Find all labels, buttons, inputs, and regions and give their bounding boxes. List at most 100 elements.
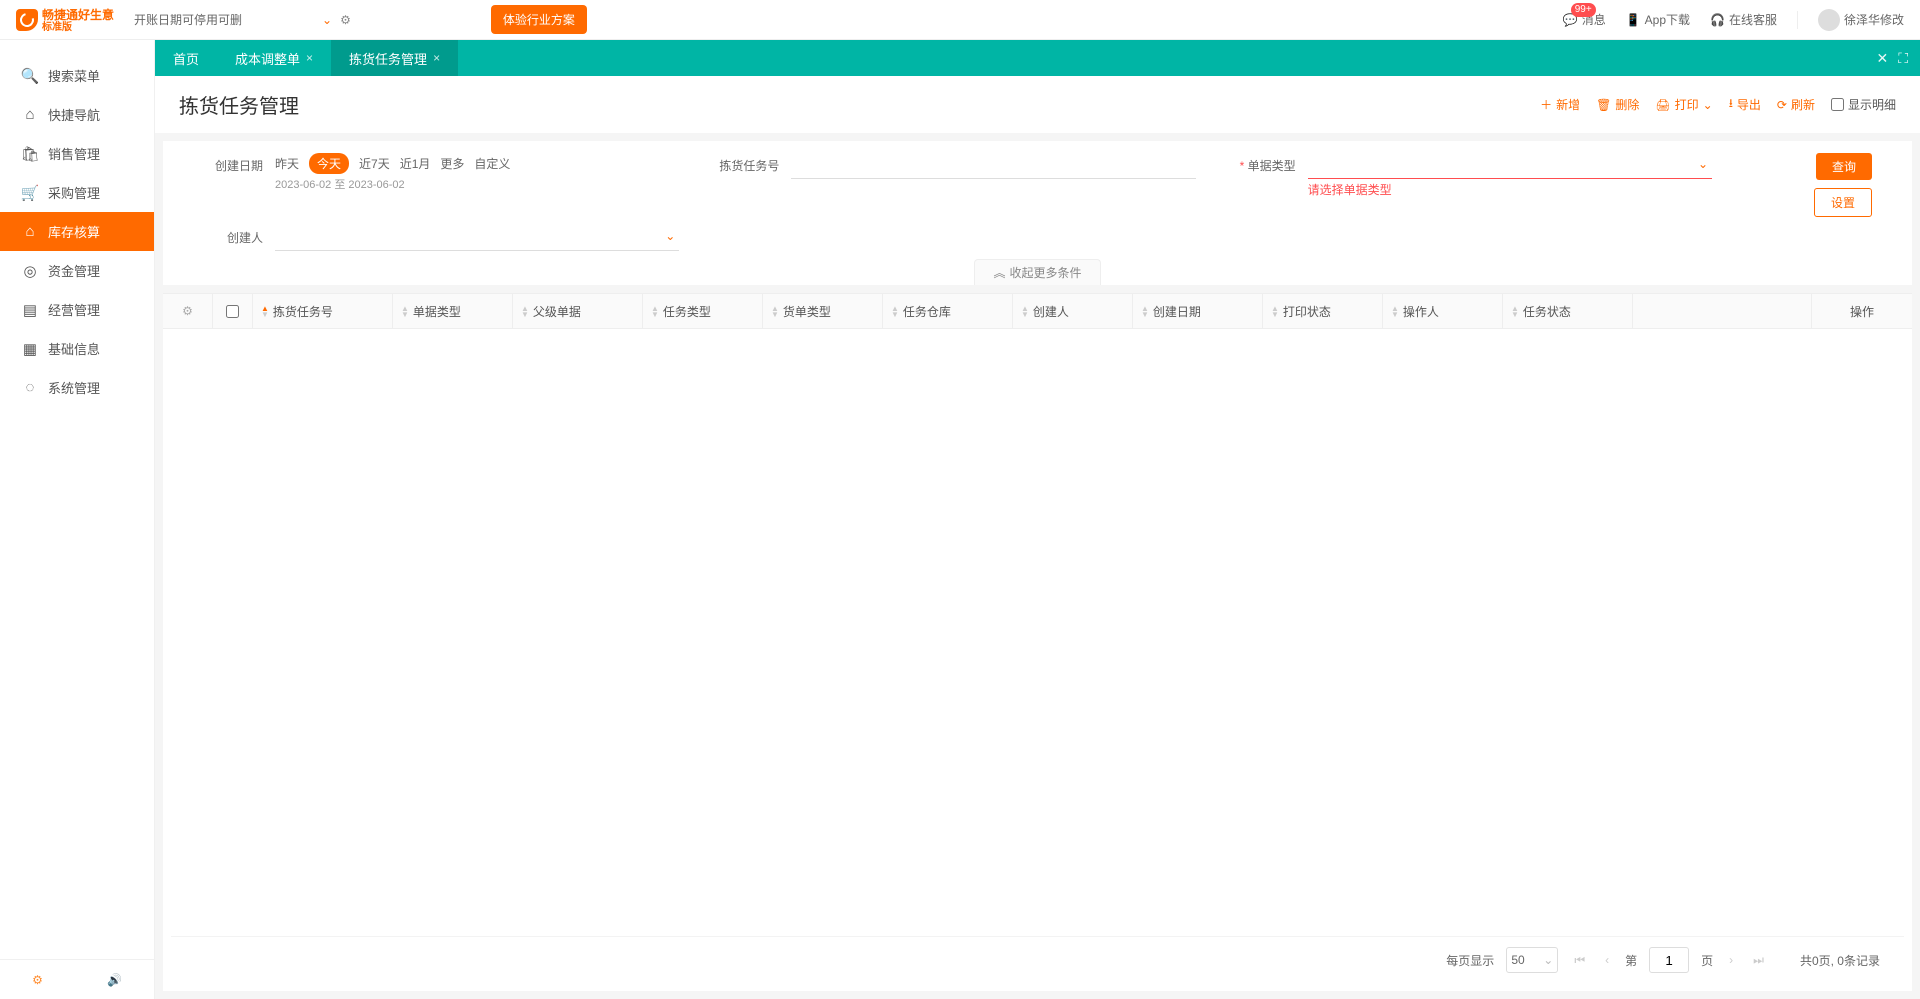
sidebar-item-0[interactable]: 🔍搜索菜单: [0, 56, 154, 95]
fullscreen-icon[interactable]: ⛶: [1898, 50, 1908, 67]
filter-doc-type: 单据类型 ⌄ 请选择单据类型: [1236, 153, 1712, 198]
account-selector[interactable]: 开账日期可停用可删 ⌄ ⚙: [134, 11, 491, 28]
sidebar-item-6[interactable]: ▤经营管理: [0, 290, 154, 329]
th-col[interactable]: ▲▼创建人: [1013, 294, 1133, 328]
table-body: [163, 329, 1912, 936]
sort-icon[interactable]: ▲▼: [401, 306, 409, 317]
next-page[interactable]: ›: [1725, 953, 1737, 967]
th-col[interactable]: ▲▼父级单据: [513, 294, 643, 328]
th-checkbox: [213, 294, 253, 328]
gear-icon[interactable]: ⚙: [182, 304, 193, 318]
date-chip[interactable]: 更多: [440, 155, 464, 172]
date-range: 2023-06-02 至 2023-06-02: [275, 176, 510, 192]
export-action[interactable]: ⭳导出: [1729, 94, 1761, 115]
sort-icon[interactable]: ▲▼: [1271, 306, 1279, 317]
tab-1[interactable]: 成本调整单×: [217, 40, 331, 76]
select-all-checkbox[interactable]: [226, 305, 239, 318]
th-col[interactable]: ▲▼任务类型: [643, 294, 763, 328]
th-col[interactable]: ▲▼任务状态: [1503, 294, 1633, 328]
trash-icon: 🗑: [1596, 98, 1611, 112]
sidebar-item-8[interactable]: ◌系统管理: [0, 368, 154, 407]
sort-icon[interactable]: ▲▼: [1391, 306, 1399, 317]
collapse-icon[interactable]: 🔊: [107, 973, 122, 987]
doc-type-select[interactable]: [1308, 153, 1712, 179]
sort-icon[interactable]: ▲▼: [1141, 306, 1149, 317]
th-col[interactable]: ▲▼任务仓库: [883, 294, 1013, 328]
filter-creator: 创建人 ⌄: [203, 225, 679, 251]
th-col[interactable]: ▲▼操作人: [1383, 294, 1503, 328]
creator-select[interactable]: [275, 225, 679, 251]
sidebar-item-1[interactable]: ⌂快捷导航: [0, 95, 154, 134]
th-col[interactable]: ▲▼拣货任务号: [253, 294, 393, 328]
th-col[interactable]: ▲▼打印状态: [1263, 294, 1383, 328]
first-page[interactable]: ⏮: [1570, 953, 1589, 968]
close-all-icon[interactable]: ✕: [1876, 50, 1888, 67]
chevron-down-icon: ⌄: [1543, 953, 1553, 967]
last-page[interactable]: ⏭: [1749, 953, 1768, 968]
page-header: 拣货任务管理 ＋新增 🗑删除 🖨打印⌄ ⭳导出 ⟳刷新 显示明细: [155, 76, 1920, 133]
th-col[interactable]: ▲▼单据类型: [393, 294, 513, 328]
date-chip[interactable]: 昨天: [275, 155, 299, 172]
delete-action[interactable]: 🗑删除: [1596, 96, 1639, 113]
date-chip[interactable]: 自定义: [474, 155, 510, 172]
brand-edition: 标准版: [42, 23, 114, 33]
filter-task-no: 拣货任务号: [719, 153, 1195, 179]
gear-icon: ◌: [22, 380, 38, 396]
doc-icon: ▤: [22, 302, 38, 318]
settings-button[interactable]: 设置: [1814, 188, 1872, 217]
sort-icon[interactable]: ▲▼: [1021, 306, 1029, 317]
prev-page[interactable]: ‹: [1601, 953, 1613, 967]
close-icon[interactable]: ×: [306, 51, 313, 65]
tab-2[interactable]: 拣货任务管理×: [331, 40, 458, 76]
th-col[interactable]: ▲▼货单类型: [763, 294, 883, 328]
detail-checkbox[interactable]: [1831, 98, 1844, 111]
filter-panel: 创建日期 昨天今天近7天近1月更多自定义 2023-06-02 至 2023-0…: [163, 141, 1912, 285]
query-button[interactable]: 查询: [1816, 153, 1872, 180]
avatar: [1818, 9, 1840, 31]
page-size-select[interactable]: 50 ⌄: [1506, 947, 1558, 973]
sort-icon[interactable]: ▲▼: [521, 306, 529, 317]
tab-0[interactable]: 首页: [155, 40, 217, 76]
page-actions: ＋新增 🗑删除 🖨打印⌄ ⭳导出 ⟳刷新 显示明细: [1540, 94, 1896, 115]
print-icon: 🖨: [1655, 98, 1670, 112]
date-chip[interactable]: 近1月: [400, 155, 431, 172]
search-icon: 🔍: [22, 68, 38, 84]
sidebar-item-3[interactable]: 🛒采购管理: [0, 173, 154, 212]
page-title: 拣货任务管理: [179, 90, 299, 119]
headset-icon: 🎧: [1710, 13, 1725, 27]
sort-icon[interactable]: ▲▼: [261, 306, 269, 317]
sidebar-item-2[interactable]: 🛍销售管理: [0, 134, 154, 173]
sidebar-footer: ⚙ 🔊: [0, 959, 154, 999]
print-action[interactable]: 🖨打印⌄: [1655, 96, 1712, 113]
sidebar-item-4[interactable]: ⌂库存核算: [0, 212, 154, 251]
sort-icon[interactable]: ▲▼: [651, 306, 659, 317]
collapse-filters[interactable]: ︽ 收起更多条件: [974, 259, 1100, 285]
sort-icon[interactable]: ▲▼: [771, 306, 779, 317]
sort-icon[interactable]: ▲▼: [1511, 306, 1519, 317]
refresh-action[interactable]: ⟳刷新: [1777, 96, 1815, 113]
pagination: 每页显示 50 ⌄ ⏮ ‹ 第 页 › ⏭ 共0页, 0条记录: [171, 936, 1904, 983]
messages-link[interactable]: 💬 消息 99+: [1563, 11, 1606, 28]
sidebar-item-5[interactable]: ◎资金管理: [0, 251, 154, 290]
settings-icon[interactable]: ⚙: [32, 973, 43, 987]
support-link[interactable]: 🎧 在线客服: [1710, 11, 1777, 28]
task-no-input[interactable]: [791, 153, 1195, 179]
sort-icon[interactable]: ▲▼: [891, 306, 899, 317]
add-action[interactable]: ＋新增: [1540, 96, 1580, 113]
badge: 99+: [1571, 3, 1596, 17]
date-chip[interactable]: 今天: [309, 153, 349, 174]
sidebar-item-7[interactable]: ▦基础信息: [0, 329, 154, 368]
chevron-down-icon: ⌄: [1703, 98, 1713, 112]
close-icon[interactable]: ×: [433, 51, 440, 65]
detail-toggle[interactable]: 显示明细: [1831, 96, 1896, 113]
page-input[interactable]: [1649, 947, 1689, 973]
chevron-down-icon: ⌄: [322, 13, 332, 27]
date-chip[interactable]: 近7天: [359, 155, 390, 172]
trial-button[interactable]: 体验行业方案: [491, 5, 587, 34]
gear-icon[interactable]: ⚙: [340, 13, 351, 27]
user-menu[interactable]: 徐泽华修改: [1818, 9, 1904, 31]
th-col[interactable]: ▲▼创建日期: [1133, 294, 1263, 328]
app-download-link[interactable]: 📱 App下载: [1626, 11, 1690, 28]
plus-icon: ＋: [1540, 96, 1552, 113]
logo: 畅捷通好生意 标准版: [16, 6, 114, 33]
